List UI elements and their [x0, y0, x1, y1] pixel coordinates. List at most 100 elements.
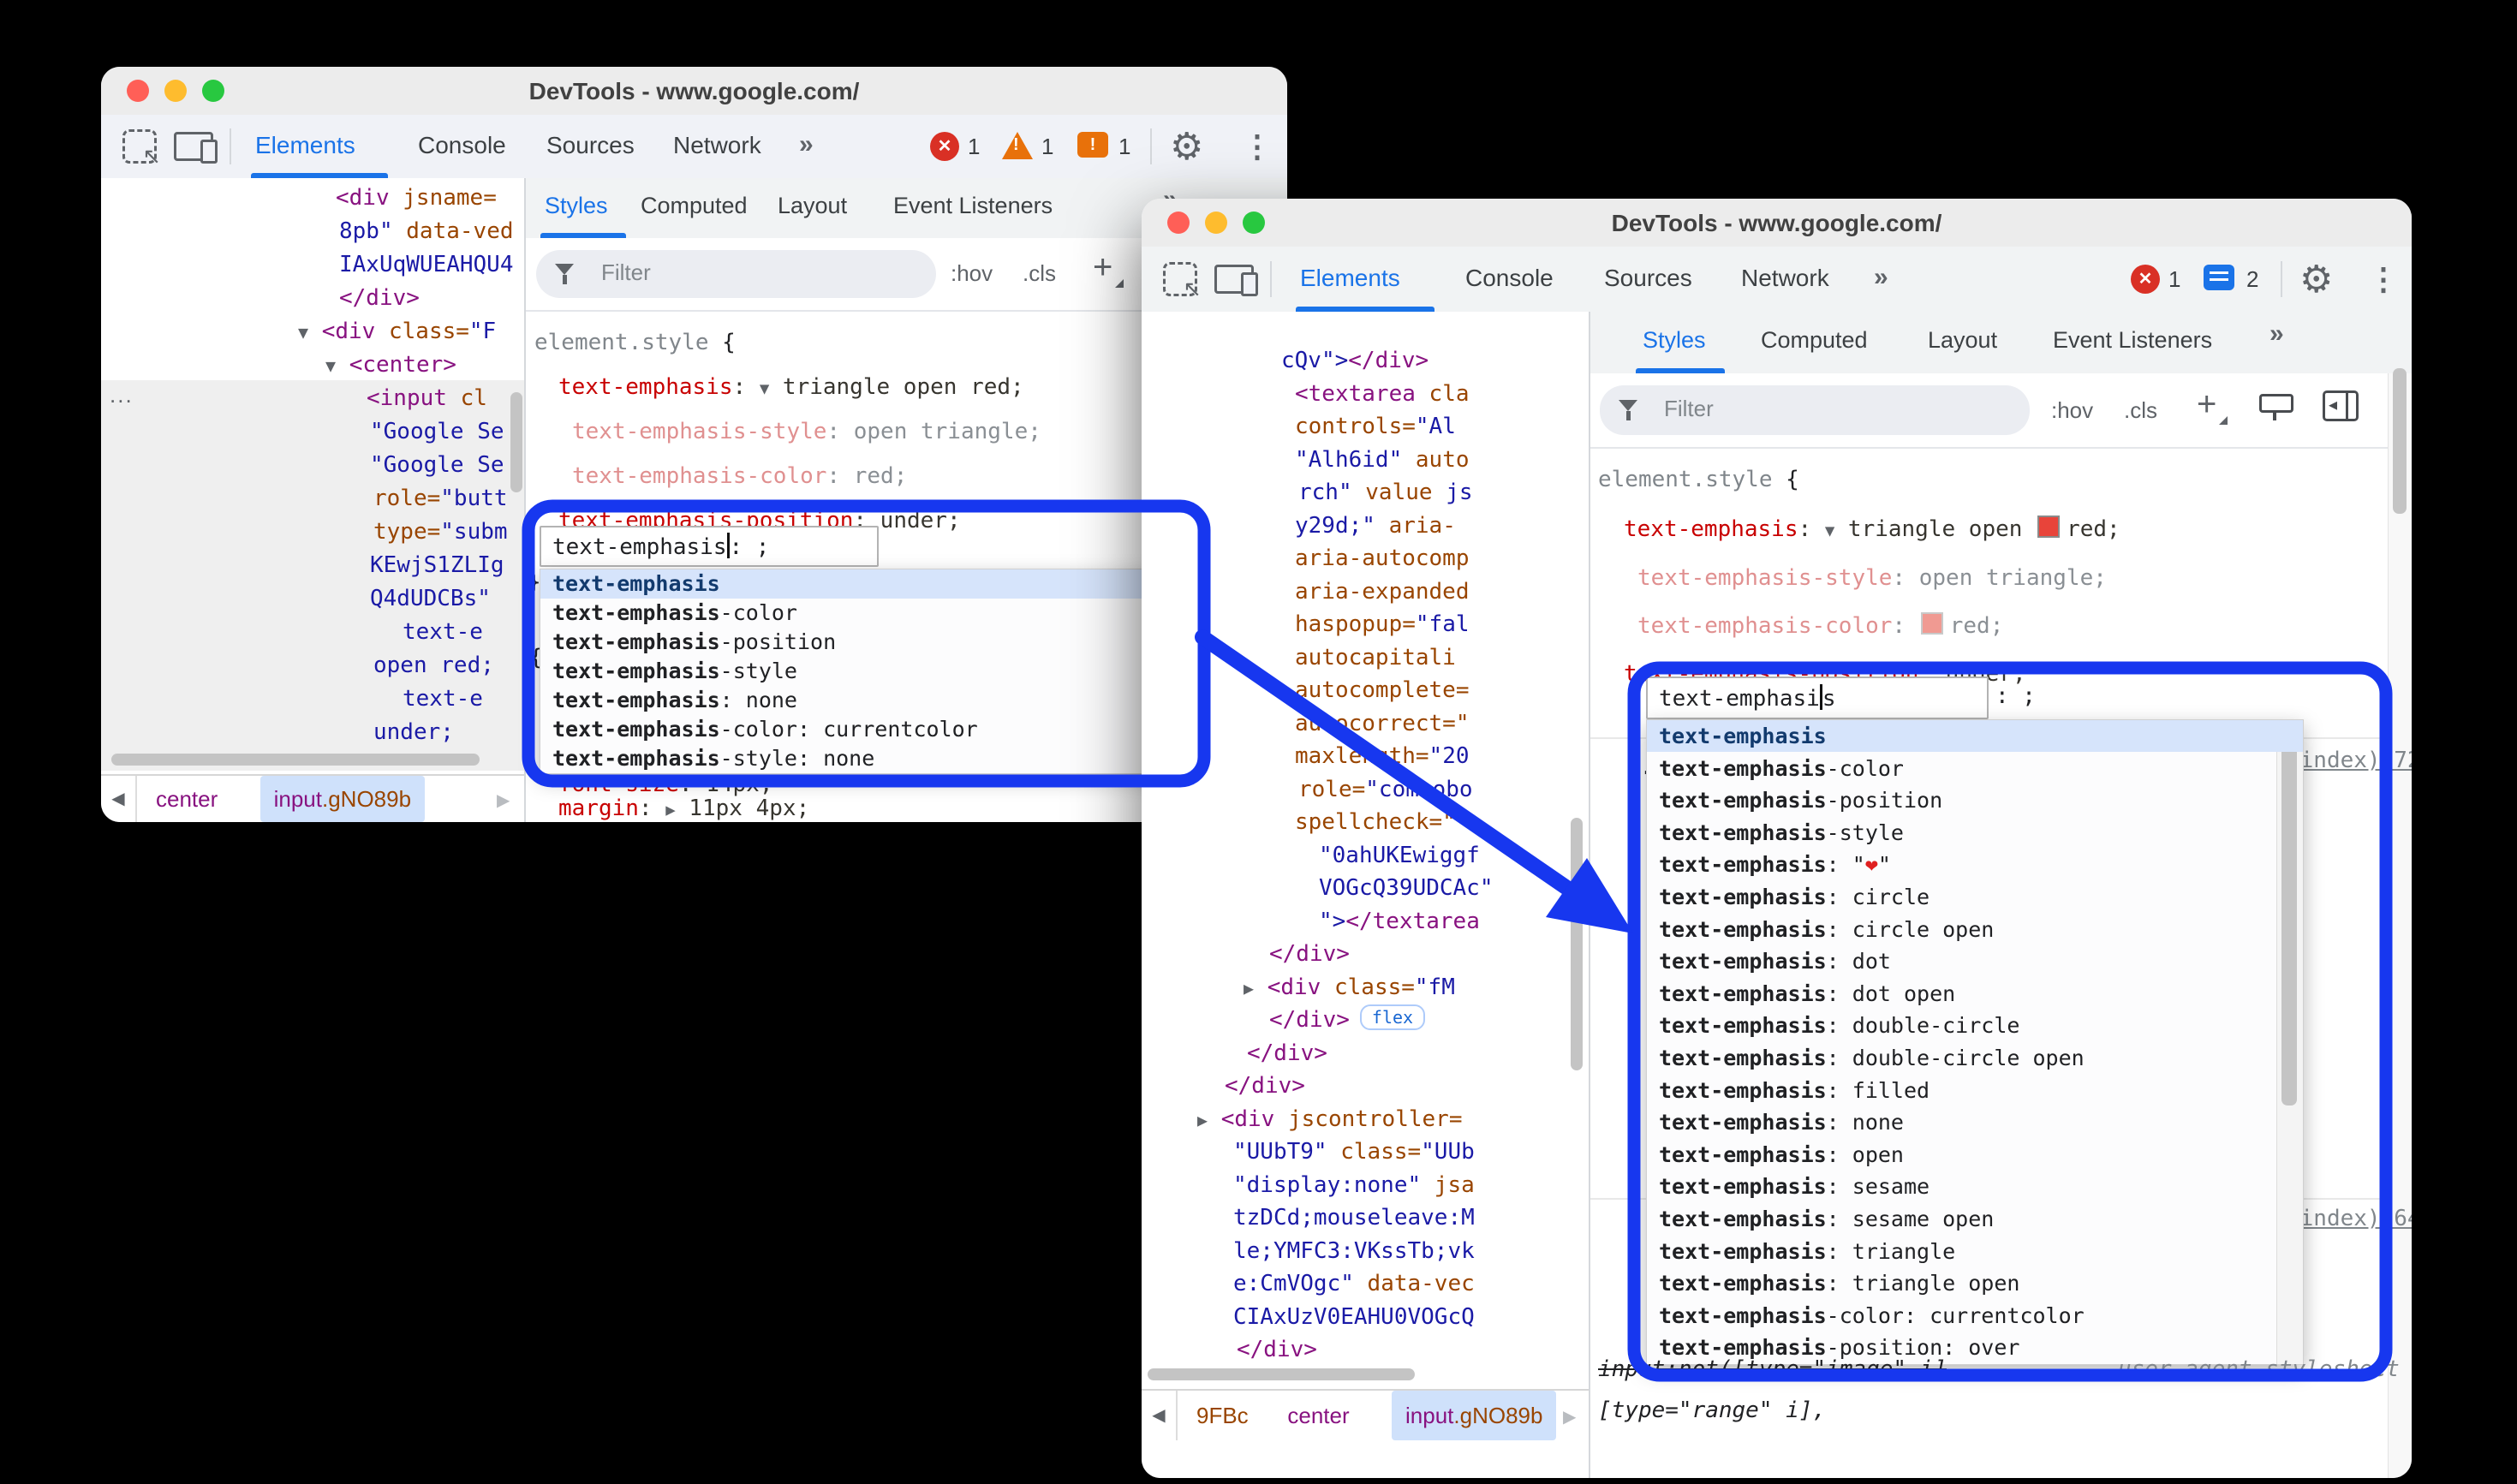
styles-filter-input[interactable] [1662, 395, 2008, 423]
dom-node-line[interactable]: "UUbT9" class="UUb [1233, 1135, 1475, 1169]
breadcrumb-item[interactable]: center [1273, 1391, 1363, 1440]
dom-node-line[interactable]: cQv"></div> [1281, 344, 1428, 378]
rule-selector[interactable]: element.style { [534, 325, 736, 360]
dom-node-line[interactable]: </div> [339, 282, 420, 315]
css-declaration-longhand[interactable]: text-emphasis-color: red; [572, 459, 907, 493]
dom-node-line[interactable]: </div> [1247, 1037, 1327, 1070]
autocomplete-item[interactable]: text-emphasis: open [1647, 1139, 2303, 1171]
horizontal-scrollbar-thumb[interactable] [111, 754, 480, 766]
dom-node-line[interactable]: maxlength="20 [1295, 740, 1470, 773]
autocomplete-item[interactable]: text-emphasis-style: none [540, 744, 1193, 773]
toggle-hover-state-button[interactable]: :hov [2051, 397, 2093, 424]
styles-scrollbar-track[interactable] [2388, 368, 2412, 1478]
autocomplete-item[interactable]: text-emphasis: dot open [1647, 978, 2303, 1010]
element-classes-button[interactable]: .cls [1023, 260, 1056, 287]
tab-layout[interactable]: Layout [1928, 327, 1997, 354]
dom-node-line[interactable]: ▶ <div jscontroller= [1197, 1103, 1462, 1136]
dom-node-line[interactable]: VOGcQ39UDCAc" [1319, 872, 1494, 905]
settings-gear-icon[interactable]: ⚙ [1170, 125, 1203, 169]
more-options-icon[interactable]: ⋮ [1242, 128, 1273, 164]
inspect-element-icon[interactable]: ↖ [1163, 262, 1202, 301]
breadcrumb-back-icon[interactable]: ◀ [1142, 1391, 1178, 1440]
more-tabs-icon[interactable]: » [799, 130, 814, 159]
dom-node-line[interactable]: KEwjS1ZLIg [370, 549, 504, 582]
device-toolbar-icon[interactable] [174, 132, 218, 164]
dom-node-line[interactable]: "Alh6id" auto [1295, 444, 1470, 477]
dom-node-line[interactable]: under; [373, 716, 454, 749]
dom-node-line[interactable]: "display:none" jsa [1233, 1169, 1475, 1202]
pane-divider[interactable] [1589, 312, 1590, 1478]
tab-event-listeners[interactable]: Event Listeners [893, 193, 1053, 219]
breadcrumb-forward-icon[interactable]: ▶ [1563, 1406, 1576, 1427]
autocomplete-item[interactable]: text-emphasis: none [1647, 1106, 2303, 1138]
dom-node-line[interactable]: ▶ <div class="fM [1244, 971, 1455, 1004]
stylesheet-source-link[interactable]: (index):64 [2287, 1206, 2412, 1231]
tab-computed[interactable]: Computed [1761, 327, 1868, 354]
autocomplete-item[interactable]: text-emphasis: double-circle [1647, 1010, 2303, 1041]
dom-node-line[interactable]: <div jsname= [336, 182, 497, 215]
tab-network[interactable]: Network [1741, 265, 1829, 292]
dom-node-line[interactable]: "></textarea [1319, 905, 1480, 939]
property-editor-input[interactable]: text-emphasis: ; [540, 526, 879, 567]
dom-node-line[interactable]: haspopup="fal [1295, 608, 1470, 641]
dom-node-line[interactable]: </div> flex [1269, 1004, 1426, 1037]
autocomplete-item[interactable]: text-emphasis-color: currentcolor [1647, 1300, 2303, 1332]
tab-sources[interactable]: Sources [1604, 265, 1692, 292]
error-count-icon[interactable]: ✕ [2131, 265, 2160, 294]
autocomplete-item[interactable]: text-emphasis: circle [1647, 881, 2303, 913]
dom-node-line[interactable]: text-e [403, 616, 483, 649]
tab-console[interactable]: Console [1465, 265, 1554, 292]
dom-node-line[interactable]: CIAxUzV0EAHU0VOGcQ [1233, 1301, 1475, 1334]
ua-rule-selector[interactable]: [type="range" i], [1598, 1398, 1826, 1423]
dom-node-line[interactable]: y29d;" aria- [1295, 510, 1456, 543]
autocomplete-item[interactable]: text-emphasis-position [540, 628, 1193, 657]
dom-node-line[interactable]: le;YMFC3:VKssTb;vk [1233, 1235, 1475, 1268]
tab-computed[interactable]: Computed [641, 193, 748, 219]
dom-node-line[interactable]: autocapitali [1295, 641, 1456, 675]
breadcrumb-item[interactable]: input .gNO89b [259, 776, 426, 822]
dom-node-line[interactable]: tzDCd;mouseleave:M [1233, 1201, 1475, 1235]
error-count-icon[interactable]: ✕ [930, 132, 959, 161]
breadcrumb-item[interactable]: center [142, 776, 231, 822]
dom-node-line[interactable]: "Google Se [370, 449, 504, 482]
tab-sources[interactable]: Sources [546, 132, 635, 159]
dom-node-line[interactable]: "Google Se [370, 415, 504, 449]
horizontal-scrollbar-thumb[interactable] [1148, 1368, 1415, 1380]
css-declaration[interactable]: text-emphasis: ▼ triangle open red; [1624, 512, 2120, 546]
inspect-element-icon[interactable]: ↖ [122, 129, 161, 169]
autocomplete-item[interactable]: text-emphasis-color: currentcolor [540, 715, 1193, 744]
dom-node-line[interactable]: autocorrect=" [1295, 707, 1470, 741]
dom-node-line[interactable]: <textarea cla [1295, 378, 1470, 411]
autocomplete-item[interactable]: text-emphasis [540, 569, 1193, 599]
autocomplete-item[interactable]: text-emphasis-color [1647, 753, 2303, 784]
toggle-hover-state-button[interactable]: :hov [951, 260, 993, 287]
css-declaration[interactable]: text-emphasis: ▼ triangle open red; [558, 370, 1024, 404]
autocomplete-item[interactable]: text-emphasis: "❤" [1647, 849, 2303, 880]
color-swatch[interactable] [1920, 612, 1943, 635]
tab-styles[interactable]: Styles [545, 193, 608, 219]
settings-gear-icon[interactable]: ⚙ [2299, 258, 2333, 301]
dom-node-line[interactable]: e:CmVOgc" data-vec [1233, 1267, 1475, 1301]
tab-elements[interactable]: Elements [255, 132, 355, 159]
autocomplete-item[interactable]: text-emphasis: double-circle open [1647, 1042, 2303, 1074]
dom-node-line[interactable]: autocomplete= [1295, 674, 1470, 707]
color-swatch[interactable] [2037, 516, 2061, 538]
flex-badge[interactable]: flex [1359, 1004, 1426, 1030]
ua-rule-selector[interactable]: input:not([type="image" i] [1598, 1356, 1947, 1382]
breadcrumb-back-icon[interactable]: ◀ [101, 776, 137, 822]
autocomplete-item[interactable]: text-emphasis: none [540, 686, 1193, 715]
autocomplete-item[interactable]: text-emphasis: filled [1647, 1075, 2303, 1106]
breadcrumb-item[interactable]: 9FBc [1183, 1391, 1262, 1440]
warning-count-icon[interactable]: ! [1002, 132, 1033, 159]
new-style-rule-button[interactable]: + [2197, 385, 2216, 424]
messages-icon[interactable] [2204, 265, 2234, 290]
element-classes-button[interactable]: .cls [2124, 397, 2157, 424]
property-editor-input[interactable]: text-emphasi s [1646, 676, 1989, 719]
device-toolbar-icon[interactable] [1214, 265, 1258, 296]
new-style-rule-button[interactable]: + [1093, 248, 1112, 287]
tab-elements[interactable]: Elements [1300, 265, 1400, 292]
autocomplete-item[interactable]: text-emphasis: sesame [1647, 1171, 2303, 1202]
tab-event-listeners[interactable]: Event Listeners [2053, 327, 2212, 354]
sidebar-toggle-icon[interactable]: ◂ [2323, 390, 2359, 421]
dom-node-line[interactable]: </div> [1269, 938, 1350, 971]
